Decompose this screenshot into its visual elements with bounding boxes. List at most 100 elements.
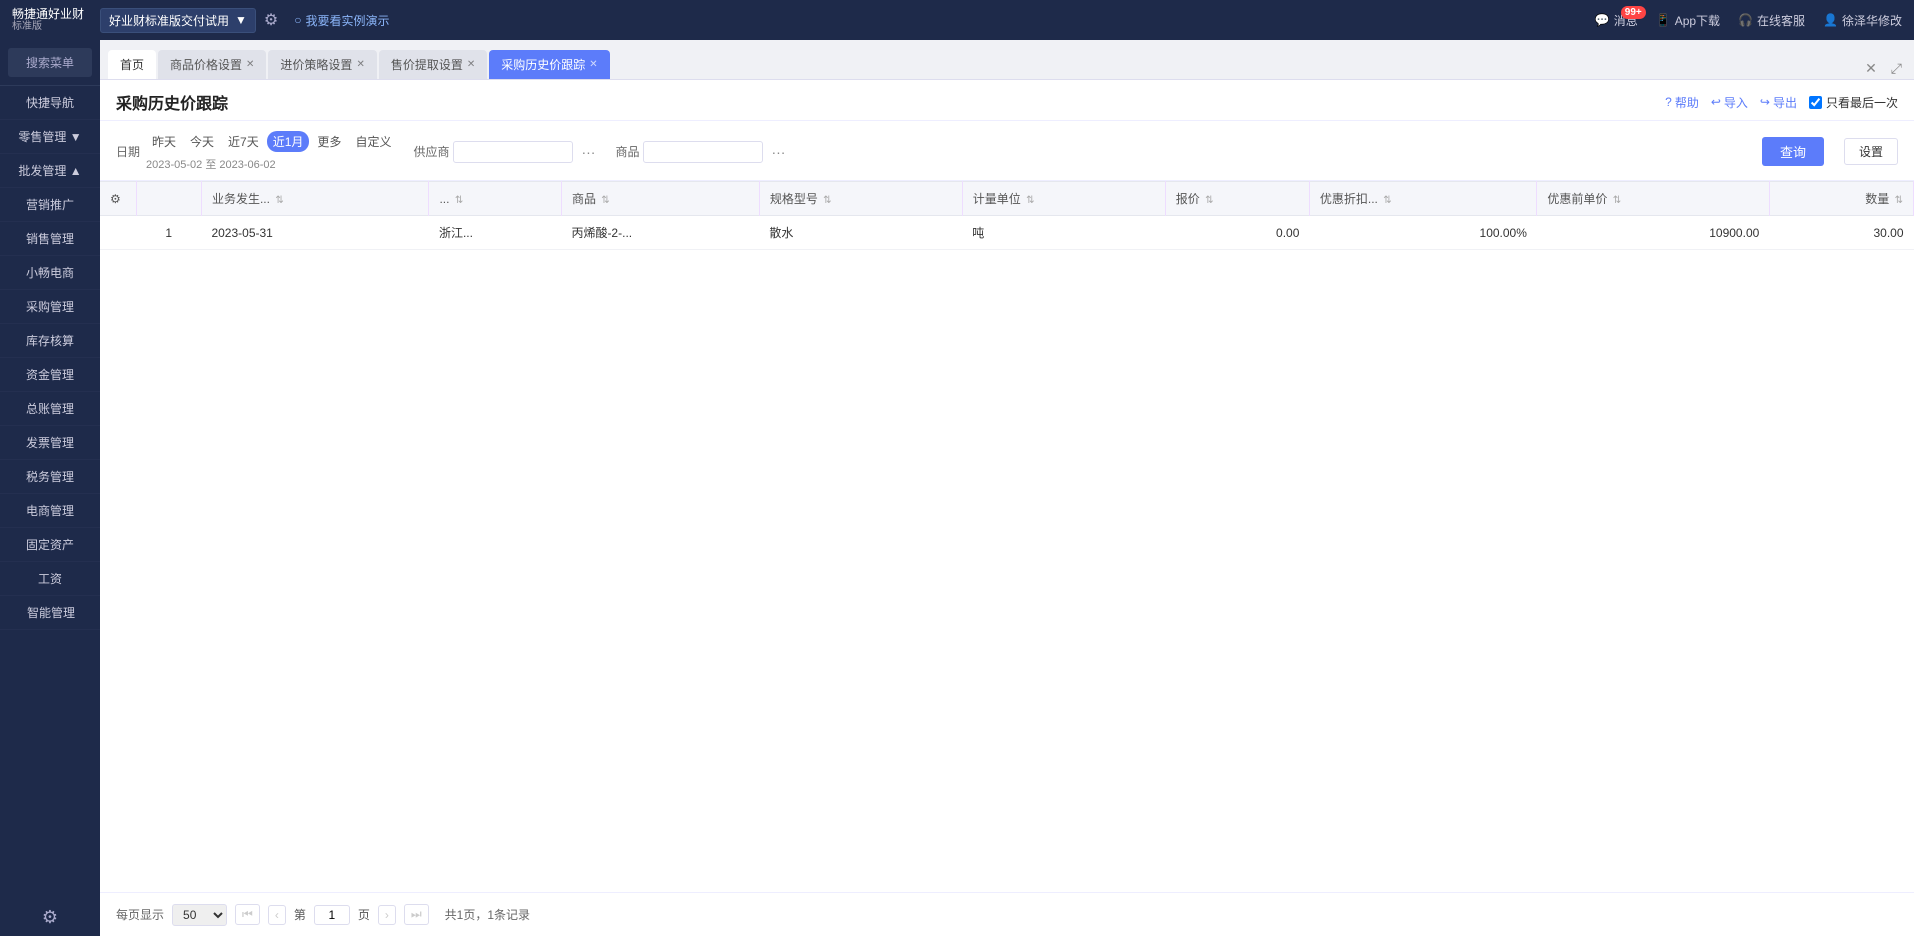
sidebar-item-intelligent[interactable]: 智能管理 [0, 596, 100, 630]
sidebar-item-label: 批发管理 [18, 164, 66, 178]
date-options: 昨天 今天 近7天 近1月 更多 自定义 [146, 131, 397, 152]
current-page-input[interactable] [314, 905, 350, 925]
content-area: 首页 商品价格设置 ✕ 进价策略设置 ✕ 售价提取设置 ✕ 采购历史价跟踪 ✕ … [100, 40, 1914, 936]
app-download-button[interactable]: 📱 App下载 [1656, 12, 1720, 29]
date-more-button[interactable]: 更多 [311, 131, 347, 152]
sidebar-item-quick-nav[interactable]: 快捷导航 [0, 86, 100, 120]
product-filter-group: 商品 ··· [615, 141, 789, 163]
first-page-button[interactable]: ⏮ [235, 904, 260, 925]
date-options-container: 昨天 今天 近7天 近1月 更多 自定义 2023-05-02 至 2023-0… [146, 131, 397, 172]
only-last-input[interactable] [1809, 96, 1822, 109]
total-info: 共1页，1条记录 [445, 906, 530, 923]
th-unit[interactable]: 计量单位 ⇅ [962, 182, 1165, 216]
tab-close-icon[interactable]: ✕ [589, 59, 597, 70]
sidebar-item-assets[interactable]: 固定资产 [0, 528, 100, 562]
header-settings-button[interactable]: ⚙ [264, 10, 278, 30]
tab-maximize-button[interactable]: ⤢ [1887, 58, 1906, 79]
export-button[interactable]: ↪ 导出 [1760, 94, 1797, 111]
tab-purchase-strategy[interactable]: 进价策略设置 ✕ [268, 50, 376, 79]
supplier-more-button[interactable]: ··· [577, 144, 599, 160]
page-label-after: 页 [358, 906, 370, 923]
date-custom-button[interactable]: 自定义 [349, 131, 397, 152]
tab-close-icon[interactable]: ✕ [246, 59, 254, 70]
demo-link[interactable]: ○ 我要看实例演示 [294, 12, 389, 29]
sort-icon: ⇅ [1613, 195, 1621, 206]
sort-icon: ⇅ [1205, 195, 1213, 206]
user-profile-button[interactable]: 👤 徐泽华修改 [1823, 12, 1902, 29]
table-header-row: ⚙ 业务发生... ⇅ ... ⇅ 商品 ⇅ [100, 182, 1914, 216]
td-supplier: 浙江... [429, 216, 561, 250]
tab-close-window-button[interactable]: ✕ [1861, 58, 1881, 79]
tab-price-settings[interactable]: 商品价格设置 ✕ [158, 50, 266, 79]
sort-icon: ⇅ [455, 195, 463, 206]
th-spec[interactable]: 规格型号 ⇅ [759, 182, 962, 216]
th-pre-discount-price[interactable]: 优惠前单价 ⇅ [1537, 182, 1769, 216]
demo-icon: ○ [294, 13, 301, 27]
sidebar-item-salary[interactable]: 工资 [0, 562, 100, 596]
supplier-input[interactable] [453, 141, 573, 163]
date-last7-button[interactable]: 近7天 [222, 131, 265, 152]
sidebar-item-ecommerce-small[interactable]: 小畅电商 [0, 256, 100, 290]
online-service-button[interactable]: 🎧 在线客服 [1738, 12, 1805, 29]
sidebar-item-retail[interactable]: 零售管理 ▼ [0, 120, 100, 154]
sidebar-item-marketing[interactable]: 营销推广 [0, 188, 100, 222]
date-yesterday-button[interactable]: 昨天 [146, 131, 182, 152]
import-icon: ↩ [1711, 95, 1721, 109]
tab-close-icon[interactable]: ✕ [356, 59, 364, 70]
tab-right-controls: ✕ ⤢ [1861, 58, 1906, 79]
th-price[interactable]: 报价 ⇅ [1165, 182, 1309, 216]
sidebar-item-ledger[interactable]: 总账管理 [0, 392, 100, 426]
product-label: 商品 [615, 143, 639, 160]
top-header: 畅捷通好业财 标准版 好业财标准版交付试用 ▼ ⚙ ○ 我要看实例演示 💬 消息… [0, 0, 1914, 40]
sidebar-gear-icon[interactable]: ⚙ [42, 907, 58, 927]
notification-button[interactable]: 💬 消息 99+ [1595, 12, 1638, 29]
table-container: ⚙ 业务发生... ⇅ ... ⇅ 商品 ⇅ [100, 181, 1914, 892]
sidebar-item-sales[interactable]: 销售管理 [0, 222, 100, 256]
sidebar-item-invoice[interactable]: 发票管理 [0, 426, 100, 460]
version-selector[interactable]: 好业财标准版交付试用 ▼ [100, 8, 256, 33]
sidebar-item-purchase[interactable]: 采购管理 [0, 290, 100, 324]
per-page-select[interactable]: 50 10 20 100 [172, 904, 227, 926]
prev-page-button[interactable]: ‹ [268, 905, 286, 925]
sidebar-item-inventory[interactable]: 库存核算 [0, 324, 100, 358]
supplier-label: 供应商 [413, 143, 449, 160]
product-more-button[interactable]: ··· [767, 144, 789, 160]
product-input[interactable] [643, 141, 763, 163]
td-pre-discount-price: 10900.00 [1537, 216, 1769, 250]
th-product[interactable]: 商品 ⇅ [561, 182, 759, 216]
sidebar-item-tax[interactable]: 税务管理 [0, 460, 100, 494]
tab-purchase-history[interactable]: 采购历史价跟踪 ✕ [489, 50, 609, 79]
app-logo: 畅捷通好业财 标准版 [12, 7, 84, 33]
date-today-button[interactable]: 今天 [184, 131, 220, 152]
th-settings[interactable]: ⚙ [100, 182, 136, 216]
page-title: 采购历史价跟踪 [116, 90, 228, 114]
only-last-checkbox[interactable]: 只看最后一次 [1809, 94, 1898, 111]
sidebar-item-label: 智能管理 [27, 606, 75, 620]
page-label-before: 第 [294, 906, 306, 923]
query-button[interactable]: 查询 [1762, 137, 1824, 166]
page-actions: ? 帮助 ↩ 导入 ↪ 导出 只看最后一次 [1665, 94, 1898, 111]
table-row: 1 2023-05-31 浙江... 丙烯酸-2-... 散水 吨 0.00 1… [100, 216, 1914, 250]
next-page-button[interactable]: › [378, 905, 396, 925]
tab-sale-price[interactable]: 售价提取设置 ✕ [379, 50, 487, 79]
sidebar-item-finance[interactable]: 资金管理 [0, 358, 100, 392]
tab-home[interactable]: 首页 [108, 50, 156, 79]
th-discount[interactable]: 优惠折扣... ⇅ [1309, 182, 1537, 216]
tab-bar: 首页 商品价格设置 ✕ 进价策略设置 ✕ 售价提取设置 ✕ 采购历史价跟踪 ✕ … [100, 40, 1914, 80]
date-last1m-button[interactable]: 近1月 [267, 131, 310, 152]
sidebar-item-ecommerce[interactable]: 电商管理 [0, 494, 100, 528]
chevron-down-icon: ▼ [70, 130, 82, 144]
filter-settings-button[interactable]: 设置 [1844, 138, 1898, 165]
th-date[interactable]: 业务发生... ⇅ [201, 182, 429, 216]
sort-icon: ⇅ [601, 195, 609, 206]
import-button[interactable]: ↩ 导入 [1711, 94, 1748, 111]
th-more[interactable]: ... ⇅ [429, 182, 561, 216]
date-range-display: 2023-05-02 至 2023-06-02 [146, 156, 397, 172]
tab-close-icon[interactable]: ✕ [467, 59, 475, 70]
td-settings [100, 216, 136, 250]
search-menu-button[interactable]: 搜索菜单 [8, 48, 92, 77]
th-quantity[interactable]: 数量 ⇅ [1769, 182, 1913, 216]
sidebar-item-wholesale[interactable]: 批发管理 ▲ [0, 154, 100, 188]
help-button[interactable]: ? 帮助 [1665, 94, 1699, 111]
last-page-button[interactable]: ⏭ [404, 904, 429, 925]
